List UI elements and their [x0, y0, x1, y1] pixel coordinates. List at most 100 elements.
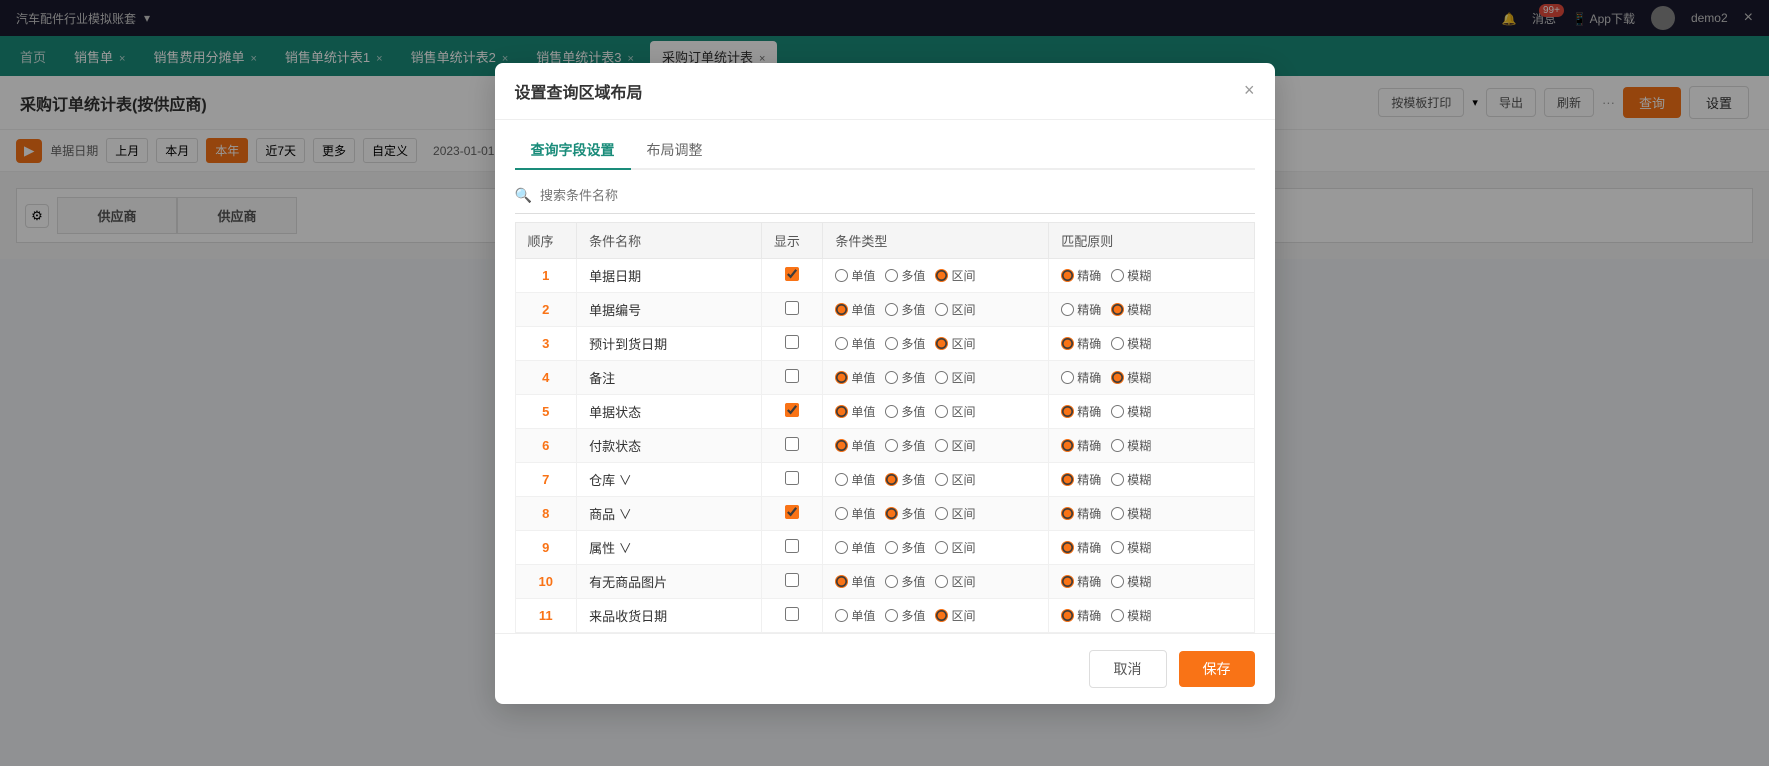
- modal-tab-fields[interactable]: 查询字段设置: [515, 132, 631, 170]
- show-checkbox[interactable]: [785, 403, 799, 417]
- type-radio-label[interactable]: 多值: [885, 267, 925, 284]
- type-radio-单值[interactable]: [835, 609, 848, 622]
- match-radio-label[interactable]: 精确: [1061, 335, 1101, 352]
- match-radio-模糊[interactable]: [1111, 609, 1124, 622]
- type-radio-label[interactable]: 单值: [835, 505, 875, 522]
- type-radio-label[interactable]: 多值: [885, 437, 925, 454]
- type-radio-label[interactable]: 单值: [835, 471, 875, 488]
- match-radio-label[interactable]: 精确: [1061, 369, 1101, 386]
- match-radio-精确[interactable]: [1061, 269, 1074, 282]
- match-radio-label[interactable]: 模糊: [1111, 437, 1151, 454]
- modal-tab-layout[interactable]: 布局调整: [631, 132, 719, 170]
- type-radio-区间[interactable]: [935, 405, 948, 418]
- type-radio-多值[interactable]: [885, 337, 898, 350]
- match-radio-模糊[interactable]: [1111, 303, 1124, 316]
- type-radio-多值[interactable]: [885, 473, 898, 486]
- type-radio-多值[interactable]: [885, 575, 898, 588]
- cell-show[interactable]: [761, 598, 823, 632]
- type-radio-label[interactable]: 单值: [835, 369, 875, 386]
- show-checkbox[interactable]: [785, 437, 799, 451]
- match-radio-精确[interactable]: [1061, 609, 1074, 622]
- type-radio-label[interactable]: 区间: [935, 301, 975, 318]
- cell-show[interactable]: [761, 326, 823, 360]
- type-radio-label[interactable]: 单值: [835, 437, 875, 454]
- match-radio-精确[interactable]: [1061, 507, 1074, 520]
- match-radio-模糊[interactable]: [1111, 405, 1124, 418]
- type-radio-区间[interactable]: [935, 337, 948, 350]
- match-radio-精确[interactable]: [1061, 439, 1074, 452]
- match-radio-模糊[interactable]: [1111, 439, 1124, 452]
- match-radio-精确[interactable]: [1061, 337, 1074, 350]
- type-radio-label[interactable]: 区间: [935, 437, 975, 454]
- match-radio-精确[interactable]: [1061, 473, 1074, 486]
- match-radio-label[interactable]: 精确: [1061, 505, 1101, 522]
- match-radio-label[interactable]: 模糊: [1111, 369, 1151, 386]
- type-radio-单值[interactable]: [835, 405, 848, 418]
- match-radio-精确[interactable]: [1061, 371, 1074, 384]
- type-radio-label[interactable]: 单值: [835, 301, 875, 318]
- show-checkbox[interactable]: [785, 471, 799, 485]
- cell-show[interactable]: [761, 258, 823, 292]
- match-radio-label[interactable]: 精确: [1061, 437, 1101, 454]
- cell-show[interactable]: [761, 496, 823, 530]
- type-radio-单值[interactable]: [835, 269, 848, 282]
- type-radio-单值[interactable]: [835, 337, 848, 350]
- match-radio-label[interactable]: 模糊: [1111, 607, 1151, 624]
- type-radio-label[interactable]: 单值: [835, 403, 875, 420]
- type-radio-label[interactable]: 单值: [835, 335, 875, 352]
- show-checkbox[interactable]: [785, 505, 799, 519]
- match-radio-label[interactable]: 模糊: [1111, 403, 1151, 420]
- show-checkbox[interactable]: [785, 539, 799, 553]
- type-radio-区间[interactable]: [935, 473, 948, 486]
- type-radio-多值[interactable]: [885, 439, 898, 452]
- cell-show[interactable]: [761, 564, 823, 598]
- match-radio-模糊[interactable]: [1111, 337, 1124, 350]
- type-radio-多值[interactable]: [885, 303, 898, 316]
- type-radio-label[interactable]: 单值: [835, 607, 875, 624]
- match-radio-模糊[interactable]: [1111, 371, 1124, 384]
- type-radio-多值[interactable]: [885, 371, 898, 384]
- type-radio-label[interactable]: 单值: [835, 573, 875, 590]
- type-radio-区间[interactable]: [935, 541, 948, 554]
- type-radio-label[interactable]: 多值: [885, 403, 925, 420]
- type-radio-单值[interactable]: [835, 439, 848, 452]
- match-radio-label[interactable]: 模糊: [1111, 267, 1151, 284]
- type-radio-label[interactable]: 区间: [935, 267, 975, 284]
- match-radio-label[interactable]: 模糊: [1111, 471, 1151, 488]
- type-radio-label[interactable]: 区间: [935, 369, 975, 386]
- type-radio-区间[interactable]: [935, 269, 948, 282]
- type-radio-单值[interactable]: [835, 303, 848, 316]
- type-radio-单值[interactable]: [835, 371, 848, 384]
- type-radio-多值[interactable]: [885, 541, 898, 554]
- match-radio-模糊[interactable]: [1111, 541, 1124, 554]
- type-radio-label[interactable]: 区间: [935, 607, 975, 624]
- match-radio-模糊[interactable]: [1111, 473, 1124, 486]
- type-radio-区间[interactable]: [935, 371, 948, 384]
- type-radio-label[interactable]: 区间: [935, 335, 975, 352]
- match-radio-模糊[interactable]: [1111, 507, 1124, 520]
- type-radio-区间[interactable]: [935, 575, 948, 588]
- type-radio-label[interactable]: 区间: [935, 539, 975, 556]
- match-radio-精确[interactable]: [1061, 405, 1074, 418]
- type-radio-label[interactable]: 多值: [885, 335, 925, 352]
- match-radio-模糊[interactable]: [1111, 269, 1124, 282]
- type-radio-label[interactable]: 多值: [885, 505, 925, 522]
- match-radio-精确[interactable]: [1061, 541, 1074, 554]
- match-radio-label[interactable]: 精确: [1061, 403, 1101, 420]
- type-radio-单值[interactable]: [835, 575, 848, 588]
- type-radio-多值[interactable]: [885, 269, 898, 282]
- type-radio-区间[interactable]: [935, 507, 948, 520]
- type-radio-label[interactable]: 区间: [935, 471, 975, 488]
- match-radio-label[interactable]: 模糊: [1111, 335, 1151, 352]
- match-radio-label[interactable]: 精确: [1061, 471, 1101, 488]
- type-radio-label[interactable]: 区间: [935, 403, 975, 420]
- type-radio-label[interactable]: 多值: [885, 471, 925, 488]
- match-radio-精确[interactable]: [1061, 303, 1074, 316]
- match-radio-label[interactable]: 模糊: [1111, 301, 1151, 318]
- match-radio-label[interactable]: 模糊: [1111, 539, 1151, 556]
- cell-show[interactable]: [761, 530, 823, 564]
- type-radio-区间[interactable]: [935, 439, 948, 452]
- type-radio-label[interactable]: 区间: [935, 505, 975, 522]
- cancel-button[interactable]: 取消: [1089, 650, 1167, 688]
- match-radio-label[interactable]: 精确: [1061, 607, 1101, 624]
